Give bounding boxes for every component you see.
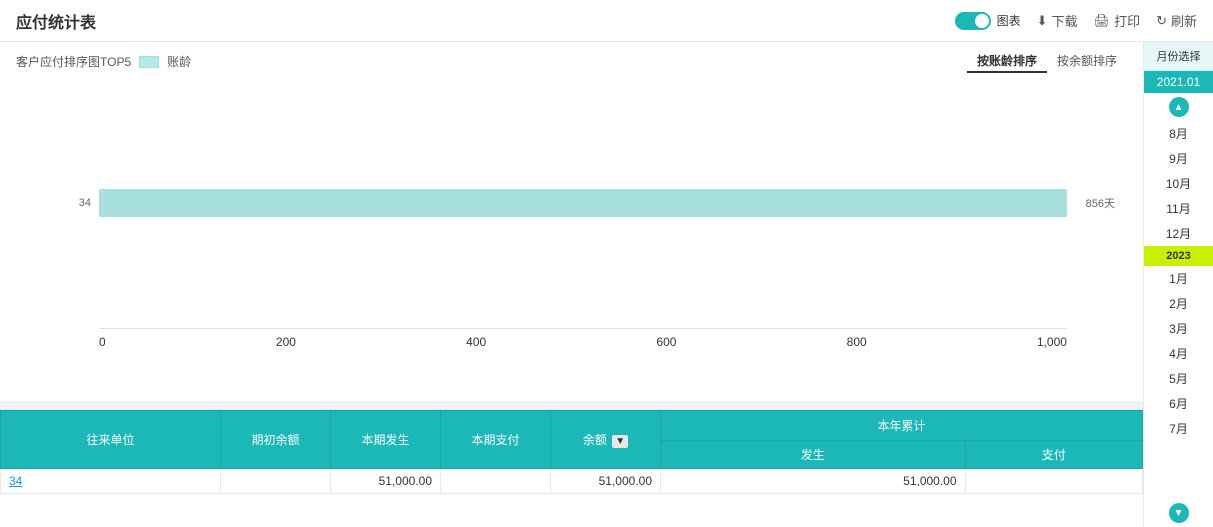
sort-tabs: 按账龄排序 按余额排序 — [967, 50, 1127, 73]
x-label-600: 600 — [656, 335, 676, 349]
cell-ytd-payment — [965, 469, 1142, 494]
x-label-400: 400 — [466, 335, 486, 349]
print-button[interactable]: 🖨 打印 — [1094, 11, 1141, 30]
col-ytd-header: 本年累计 — [661, 411, 1143, 441]
download-button[interactable]: ⬇ 下载 — [1037, 11, 1078, 30]
sidebar-month-3[interactable]: 3月 — [1144, 316, 1213, 341]
x-label-0: 0 — [99, 335, 106, 349]
refresh-button[interactable]: ↻ 刷新 — [1156, 11, 1197, 30]
legend-label: 账龄 — [167, 53, 191, 70]
col-payment-header: 本期支付 — [441, 411, 551, 469]
download-label: 下载 — [1052, 11, 1078, 30]
col-ytd-occurrence-header: 发生 — [661, 441, 966, 469]
sidebar-month-2[interactable]: 2月 — [1144, 291, 1213, 316]
bar-row: 34 856天 — [66, 189, 1067, 217]
sidebar-months: 8月 9月 10月 11月 12月 2023 1月 2月 3月 4月 5月 6月… — [1144, 121, 1213, 499]
chart-inner: 34 856天 0 200 400 600 800 — [16, 89, 1127, 359]
download-icon: ⬇ — [1037, 13, 1048, 29]
legend-text: 客户应付排序图TOP5 — [16, 53, 131, 70]
print-icon: 🖨 — [1094, 13, 1111, 29]
col-opening-header: 期初余额 — [221, 411, 331, 469]
sort-tab-age[interactable]: 按账龄排序 — [967, 50, 1047, 73]
legend-box — [139, 56, 159, 68]
sidebar-month-4[interactable]: 4月 — [1144, 341, 1213, 366]
cell-opening — [221, 469, 331, 494]
section-divider — [0, 401, 1143, 409]
refresh-icon: ↻ — [1156, 13, 1167, 29]
sidebar-month-10[interactable]: 10月 — [1144, 171, 1213, 196]
print-label: 打印 — [1114, 11, 1140, 30]
header: 应付统计表 图表 ⬇ 下载 🖨 打印 ↻ 刷新 — [0, 0, 1213, 42]
data-table: 往来单位 期初余额 本期发生 本期支付 余额 ▼ 本年累计 发生 — [0, 410, 1143, 494]
header-actions: 图表 ⬇ 下载 🖨 打印 ↻ 刷新 — [955, 11, 1197, 30]
bar-label: 34 — [66, 197, 91, 209]
sidebar-month-7[interactable]: 7月 — [1144, 416, 1213, 441]
x-label-1000: 1,000 — [1037, 335, 1067, 349]
sort-tab-balance[interactable]: 按余额排序 — [1047, 50, 1127, 73]
balance-filter-icon[interactable]: ▼ — [612, 435, 628, 448]
col-ytd-payment-header: 支付 — [965, 441, 1142, 469]
chart-legend: 客户应付排序图TOP5 账龄 — [16, 53, 191, 70]
cell-ytd-occurrence: 51,000.00 — [661, 469, 966, 494]
chart-section: 客户应付排序图TOP5 账龄 按账龄排序 按余额排序 34 856天 — [0, 42, 1143, 527]
unit-link[interactable]: 34 — [9, 474, 22, 488]
sidebar-month-11[interactable]: 11月 — [1144, 196, 1213, 221]
up-arrow-icon[interactable]: ▲ — [1169, 97, 1189, 117]
sidebar-header: 月份选择 — [1144, 42, 1213, 71]
sidebar-nav-up[interactable]: ▲ — [1144, 93, 1213, 121]
sidebar-nav-down[interactable]: ▼ — [1144, 499, 1213, 527]
chart-toggle[interactable] — [955, 12, 991, 30]
cell-occurrence: 51,000.00 — [331, 469, 441, 494]
bar-end-label: 856天 — [1086, 195, 1115, 211]
col-balance-header: 余额 ▼ — [551, 411, 661, 469]
chart-toggle-wrap[interactable]: 图表 — [955, 12, 1021, 30]
x-label-800: 800 — [847, 335, 867, 349]
col-unit-header: 往来单位 — [1, 411, 221, 469]
cell-payment — [441, 469, 551, 494]
x-axis: 0 200 400 600 800 1,000 — [99, 335, 1067, 349]
page-title: 应付统计表 — [16, 9, 96, 33]
sidebar-month-12[interactable]: 12月 — [1144, 221, 1213, 246]
refresh-label: 刷新 — [1171, 11, 1197, 30]
x-axis-line — [99, 328, 1067, 329]
sidebar-year-2023[interactable]: 2023 — [1144, 246, 1213, 266]
sidebar: 月份选择 2021.01 ▲ 8月 9月 10月 11月 12月 2023 1月… — [1143, 42, 1213, 527]
chart-header: 客户应付排序图TOP5 账龄 按账龄排序 按余额排序 — [0, 42, 1143, 81]
sidebar-month-5[interactable]: 5月 — [1144, 366, 1213, 391]
table-header-row: 往来单位 期初余额 本期发生 本期支付 余额 ▼ 本年累计 — [1, 411, 1143, 441]
col-occurrence-header: 本期发生 — [331, 411, 441, 469]
bar-fill: 856天 — [99, 189, 1067, 217]
sidebar-month-6[interactable]: 6月 — [1144, 391, 1213, 416]
table-row: 34 51,000.00 51,000.00 51,000.00 — [1, 469, 1143, 494]
sidebar-month-8[interactable]: 8月 — [1144, 121, 1213, 146]
table-section: 往来单位 期初余额 本期发生 本期支付 余额 ▼ 本年累计 发生 — [0, 409, 1143, 494]
down-arrow-icon[interactable]: ▼ — [1169, 503, 1189, 523]
sidebar-month-1[interactable]: 1月 — [1144, 266, 1213, 291]
x-label-200: 200 — [276, 335, 296, 349]
chart-toggle-label: 图表 — [997, 12, 1021, 29]
sidebar-current-date: 2021.01 — [1144, 71, 1213, 93]
cell-unit: 34 — [1, 469, 221, 494]
cell-balance: 51,000.00 — [551, 469, 661, 494]
chart-area: 34 856天 0 200 400 600 800 — [0, 81, 1143, 401]
main-content: 客户应付排序图TOP5 账龄 按账龄排序 按余额排序 34 856天 — [0, 42, 1213, 527]
sidebar-month-9[interactable]: 9月 — [1144, 146, 1213, 171]
